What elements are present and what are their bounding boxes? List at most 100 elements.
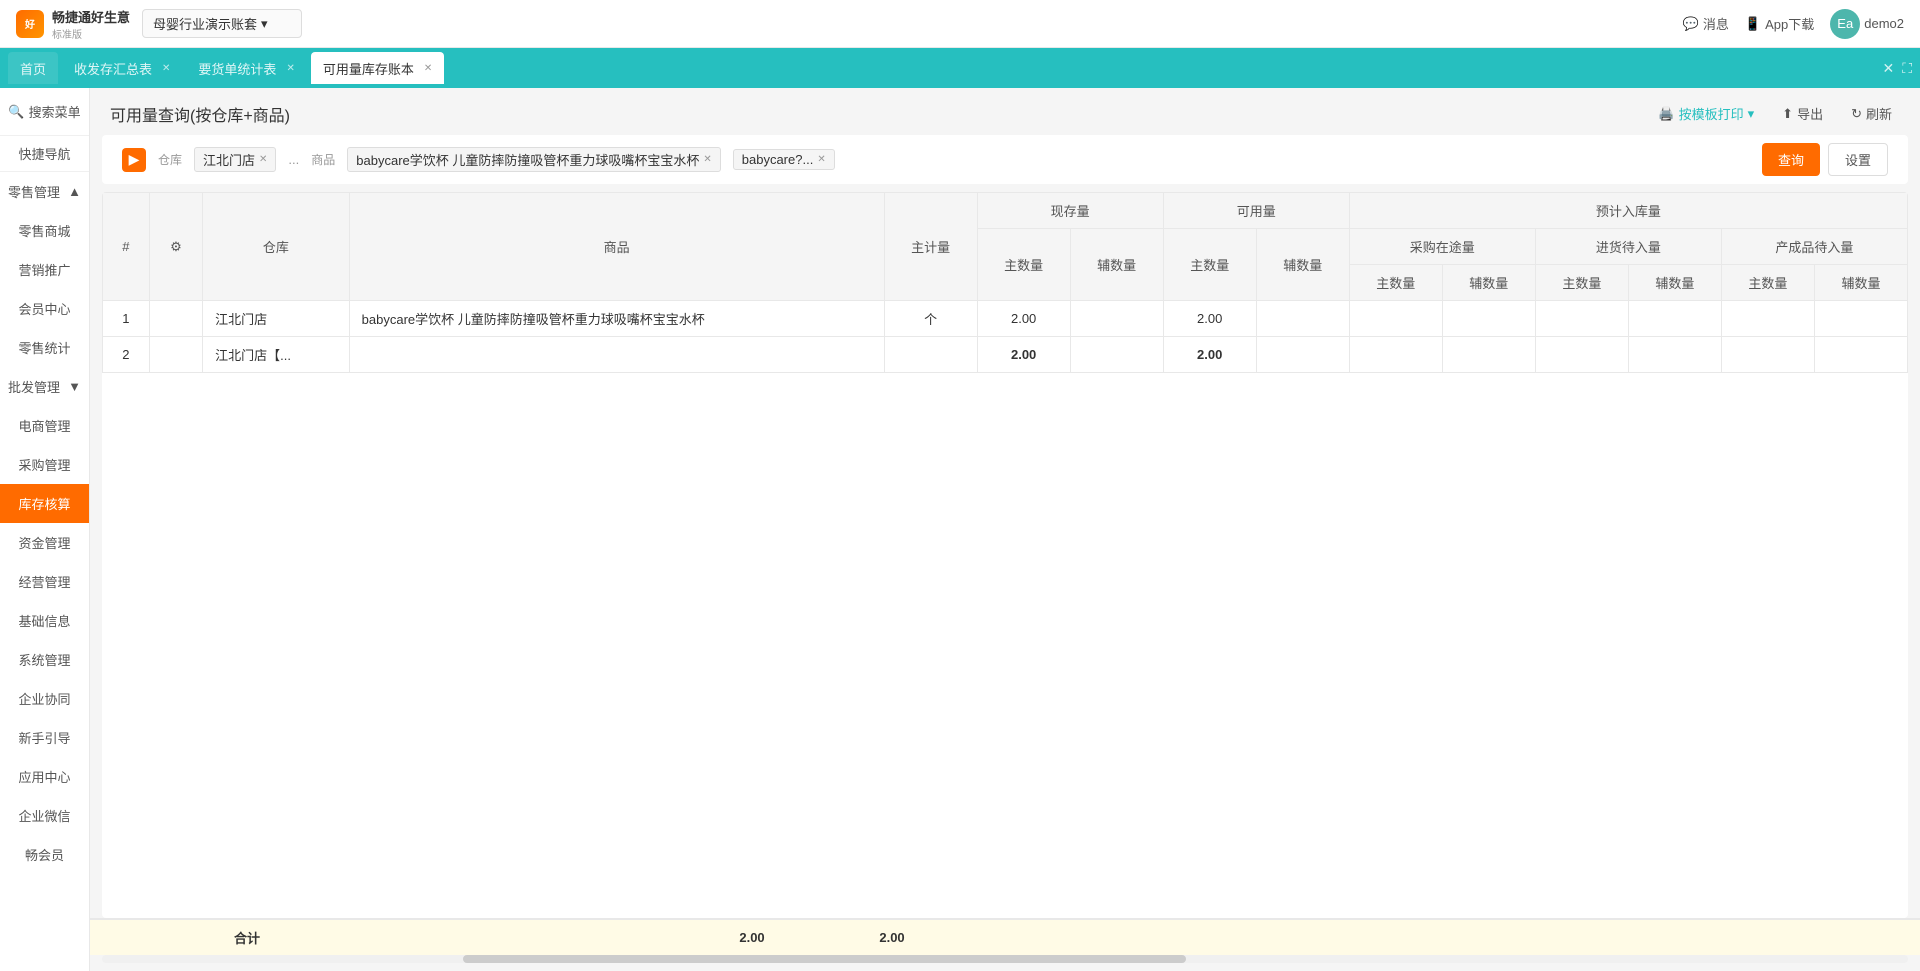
sidebar-item-marketing[interactable]: 营销推广 xyxy=(0,250,89,289)
cell-index: 1 xyxy=(103,301,150,337)
app-download-button[interactable]: 📱 App下载 xyxy=(1745,14,1814,33)
sidebar-item-purchase-mgmt[interactable]: 采购管理 xyxy=(0,445,89,484)
logo-text: 畅捷通好生意 标准版 xyxy=(52,7,130,41)
col-production-main: 主数量 xyxy=(1721,265,1814,301)
sidebar-item-wechat[interactable]: 企业微信 xyxy=(0,796,89,835)
page-header: 可用量查询(按仓库+商品) 🖨️ 按模板打印 ▾ ⬆ 导出 ↻ 刷新 xyxy=(90,88,1920,135)
message-button[interactable]: 💬 消息 xyxy=(1683,14,1729,33)
query-button[interactable]: 查询 xyxy=(1762,143,1820,176)
sidebar-item-new-guide[interactable]: 新手引导 xyxy=(0,718,89,757)
receivable-tab-label: 收发存汇总表 xyxy=(74,59,152,78)
scrollbar-thumb[interactable] xyxy=(463,955,1185,963)
product-tag-2-close[interactable]: ✕ xyxy=(817,154,825,165)
available-stock-tab-label: 可用量库存账本 xyxy=(323,59,414,78)
logo-subtitle: 标准版 xyxy=(52,26,130,41)
product-filter-tag-1[interactable]: babycare学饮杯 儿童防摔防撞吸管杯重力球吸嘴杯宝宝水杯 ✕ xyxy=(347,147,720,172)
filter-actions: 查询 设置 xyxy=(1762,143,1888,176)
cell-stock-aux xyxy=(1070,337,1163,373)
export-button[interactable]: ⬆ 导出 xyxy=(1774,100,1831,127)
warehouse-tag-close[interactable]: ✕ xyxy=(259,154,267,165)
product-tag-1-close[interactable]: ✕ xyxy=(703,154,711,165)
col-index: # xyxy=(103,193,150,301)
message-icon: 💬 xyxy=(1683,16,1699,32)
sidebar-item-basic-info[interactable]: 基础信息 xyxy=(0,601,89,640)
avatar: Ea xyxy=(1830,9,1860,39)
finance-label: 资金管理 xyxy=(18,533,70,552)
refresh-icon: ↻ xyxy=(1851,106,1862,122)
print-button[interactable]: 🖨️ 按模板打印 ▾ xyxy=(1650,100,1762,127)
settings-button[interactable]: 设置 xyxy=(1828,143,1888,176)
tenant-selector[interactable]: 母婴行业演示账套 ▾ xyxy=(142,9,302,38)
sidebar-item-wholesale-mgmt[interactable]: 批发管理 ▼ xyxy=(0,367,89,406)
col-main-unit: 主计量 xyxy=(884,193,977,301)
warehouse-filter-label: 仓库 xyxy=(158,151,182,168)
cell-warehouse: 江北门店【... xyxy=(203,337,350,373)
retail-mgmt-label: 零售管理 xyxy=(8,182,60,201)
print-label: 按模板打印 xyxy=(1679,104,1744,123)
purchase-stats-tab-label: 要货单统计表 xyxy=(198,59,276,78)
vip-label: 畅会员 xyxy=(25,845,64,864)
col-incoming-aux: 辅数量 xyxy=(1628,265,1721,301)
tab-home[interactable]: 首页 xyxy=(8,52,58,84)
tab-receivable[interactable]: 收发存汇总表 ✕ xyxy=(62,52,182,84)
cell-production-main xyxy=(1721,337,1814,373)
sidebar-search-button[interactable]: 🔍 搜索菜单 xyxy=(8,96,81,127)
data-table: # ⚙ 仓库 商品 主计量 现存量 可用量 预计入库量 主数量 辅数量 主数量 … xyxy=(102,192,1908,373)
purchase-mgmt-label: 采购管理 xyxy=(18,455,70,474)
cell-purchase-main xyxy=(1349,301,1442,337)
logo-title: 畅捷通好生意 xyxy=(52,7,130,26)
logo-area: 好 畅捷通好生意 标准版 xyxy=(16,7,130,41)
sidebar-item-retail-stats[interactable]: 零售统计 xyxy=(0,328,89,367)
sidebar-item-finance[interactable]: 资金管理 xyxy=(0,523,89,562)
col-settings[interactable]: ⚙ xyxy=(149,193,202,301)
warehouse-more-dots[interactable]: ... xyxy=(288,152,299,167)
message-label: 消息 xyxy=(1703,14,1729,33)
tab-bar-right: ✕ ⛶ xyxy=(1882,60,1912,77)
tenant-name: 母婴行业演示账套 xyxy=(153,14,257,33)
tab-close-available-stock[interactable]: ✕ xyxy=(424,63,432,74)
col-expected-in: 预计入库量 xyxy=(1349,193,1907,229)
sidebar-item-retail-mall[interactable]: 零售商城 xyxy=(0,211,89,250)
product-filter-tag-2[interactable]: babycare?... ✕ xyxy=(733,149,835,170)
collab-label: 企业协同 xyxy=(18,689,70,708)
refresh-button[interactable]: ↻ 刷新 xyxy=(1843,100,1900,127)
home-tab-label: 首页 xyxy=(20,59,46,78)
sidebar-item-operations[interactable]: 经营管理 xyxy=(0,562,89,601)
close-window-icon[interactable]: ✕ xyxy=(1882,60,1894,77)
top-bar-right: 💬 消息 📱 App下载 Ea demo2 xyxy=(1683,9,1904,39)
cell-purchase-aux xyxy=(1442,337,1535,373)
sidebar-item-collab[interactable]: 企业协同 xyxy=(0,679,89,718)
sidebar-item-system[interactable]: 系统管理 xyxy=(0,640,89,679)
col-incoming-pending: 进货待入量 xyxy=(1535,229,1721,265)
filter-expand-button[interactable]: ▶ xyxy=(122,148,146,172)
content-area: 可用量查询(按仓库+商品) 🖨️ 按模板打印 ▾ ⬆ 导出 ↻ 刷新 ▶ xyxy=(90,88,1920,971)
col-production-pending: 产成品待入量 xyxy=(1721,229,1907,265)
cell-product xyxy=(349,337,884,373)
logo-icon: 好 xyxy=(16,10,44,38)
chevron-down-icon: ▾ xyxy=(261,16,268,32)
cell-index: 2 xyxy=(103,337,150,373)
filter-bar: ▶ 仓库 江北门店 ✕ ... 商品 babycare学饮杯 儿童防摔防撞吸管杯… xyxy=(102,135,1908,184)
export-label: 导出 xyxy=(1797,104,1823,123)
horizontal-scrollbar[interactable] xyxy=(102,955,1908,963)
tab-available-stock[interactable]: 可用量库存账本 ✕ xyxy=(311,52,444,84)
user-profile[interactable]: Ea demo2 xyxy=(1830,9,1904,39)
sidebar-item-retail-mgmt[interactable]: 零售管理 ▲ xyxy=(0,172,89,211)
col-warehouse: 仓库 xyxy=(203,193,350,301)
maximize-window-icon[interactable]: ⛶ xyxy=(1902,60,1912,77)
tab-close-receivable[interactable]: ✕ xyxy=(162,63,170,74)
footer-stock-main: 2.00 xyxy=(712,930,792,945)
sidebar-item-member-center[interactable]: 会员中心 xyxy=(0,289,89,328)
tab-purchase-stats[interactable]: 要货单统计表 ✕ xyxy=(186,52,306,84)
sidebar-item-quick-nav[interactable]: 快捷导航 xyxy=(0,136,89,172)
chevron-down-icon: ▼ xyxy=(68,379,81,394)
tab-close-purchase-stats[interactable]: ✕ xyxy=(286,63,294,74)
sidebar-item-ecommerce[interactable]: 电商管理 xyxy=(0,406,89,445)
col-available: 可用量 xyxy=(1163,193,1349,229)
warehouse-filter-tag[interactable]: 江北门店 ✕ xyxy=(194,147,276,172)
sidebar-item-inventory[interactable]: 库存核算 xyxy=(0,484,89,523)
sidebar-item-app-center[interactable]: 应用中心 xyxy=(0,757,89,796)
col-avail-aux: 辅数量 xyxy=(1256,229,1349,301)
export-icon: ⬆ xyxy=(1782,106,1793,122)
sidebar-item-vip[interactable]: 畅会员 xyxy=(0,835,89,874)
